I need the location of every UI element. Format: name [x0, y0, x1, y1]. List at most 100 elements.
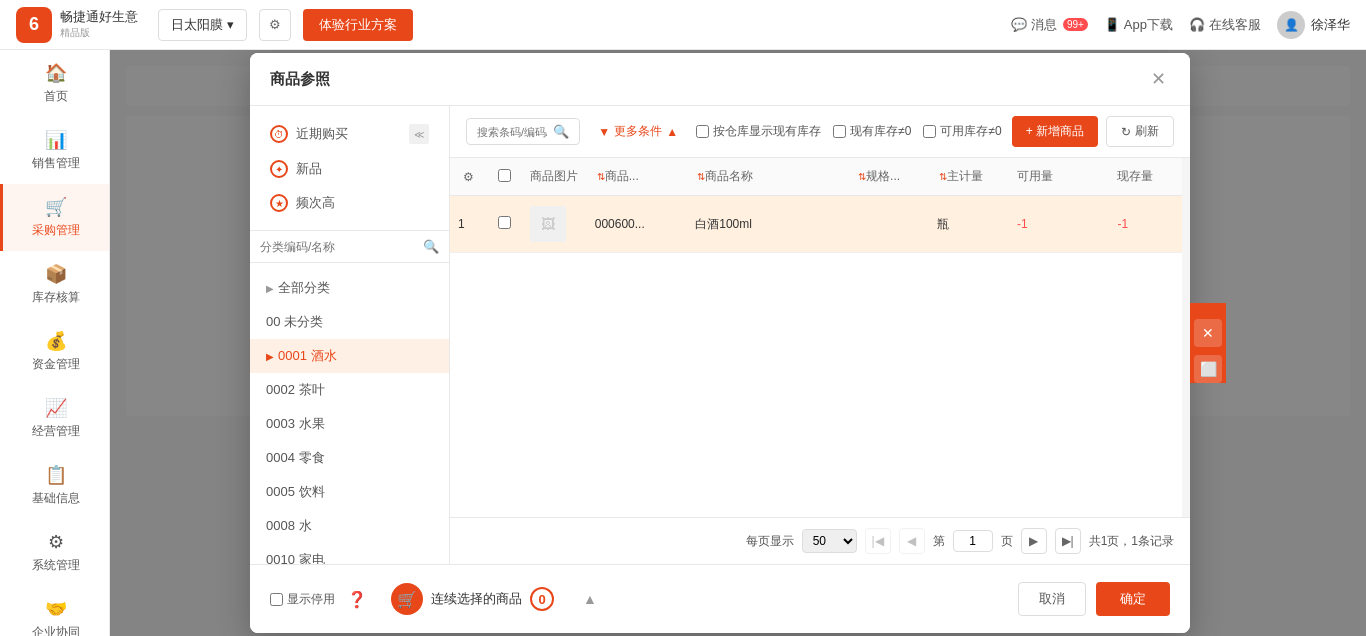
logo-icon: 6: [16, 7, 52, 43]
refresh-icon: ↻: [1121, 125, 1131, 139]
checkbox-warehouse[interactable]: [696, 125, 709, 138]
sales-icon: 📊: [45, 129, 67, 151]
checkbox-avail-label[interactable]: 可用库存≠0: [923, 123, 1001, 140]
trial-button[interactable]: 体验行业方案: [303, 9, 413, 41]
sidebar-item-inventory[interactable]: 📦 库存核算: [0, 251, 109, 318]
search-icon[interactable]: 🔍: [553, 124, 569, 139]
category-appliance[interactable]: 0010 家电: [250, 543, 449, 564]
sort-icon-name: ⇅: [697, 171, 705, 182]
app-download-nav-item[interactable]: 📱 App下载: [1104, 16, 1173, 34]
close-panel-button[interactable]: ✕: [1194, 319, 1222, 347]
col-header-code[interactable]: ⇅商品...: [587, 158, 688, 196]
expand-panel-button[interactable]: ⬜: [1194, 355, 1222, 383]
footer-cart[interactable]: 🛒 连续选择的商品 0: [379, 577, 566, 621]
sidebar-item-enterprise[interactable]: 🤝 企业协同: [0, 586, 109, 636]
sidebar-item-operations[interactable]: 📈 经营管理: [0, 385, 109, 452]
col-header-checkbox[interactable]: [486, 158, 522, 196]
quick-recent-label: 近期购买: [296, 125, 348, 143]
footer-left: 显示停用: [270, 591, 335, 608]
sidebar-label-purchase: 采购管理: [32, 222, 80, 239]
home-icon: 🏠: [45, 62, 67, 84]
refresh-label: 刷新: [1135, 123, 1159, 140]
headset-icon: 🎧: [1189, 17, 1205, 32]
sidebar-item-system[interactable]: ⚙ 系统管理: [0, 519, 109, 586]
collapse-btn[interactable]: ≪: [409, 124, 429, 144]
sidebar-item-home[interactable]: 🏠 首页: [0, 50, 109, 117]
category-snack-label: 0004 零食: [266, 449, 325, 467]
first-page-button[interactable]: |◀: [865, 528, 891, 554]
category-snack[interactable]: 0004 零食: [250, 441, 449, 475]
col-header-settings[interactable]: ⚙: [450, 158, 486, 196]
collapse-cart-button[interactable]: ▲: [578, 587, 602, 611]
add-product-button[interactable]: + 新增商品: [1012, 116, 1098, 147]
category-fruit[interactable]: 0003 水果: [250, 407, 449, 441]
page-size-select[interactable]: 50 20 100: [802, 529, 857, 553]
category-search-icon[interactable]: 🔍: [423, 239, 439, 254]
col-header-unit[interactable]: ⇅主计量: [929, 158, 1009, 196]
product-image: 🖼: [530, 206, 566, 242]
prev-page-button[interactable]: ◀: [899, 528, 925, 554]
row-checkbox[interactable]: [498, 216, 511, 229]
last-page-button[interactable]: ▶|: [1055, 528, 1081, 554]
row-checkbox-cell[interactable]: [486, 196, 522, 253]
finance-icon: 💰: [45, 330, 67, 352]
phone-icon: 📱: [1104, 17, 1120, 32]
sidebar-item-finance[interactable]: 💰 资金管理: [0, 318, 109, 385]
table-row[interactable]: 1 🖼 000600... 白酒100ml: [450, 196, 1190, 253]
left-panel: ⏱ 近期购买 ≪ ✦ 新品 ★ 频次高: [250, 106, 450, 564]
refresh-button[interactable]: ↻ 刷新: [1106, 116, 1174, 147]
col-header-image: 商品图片: [522, 158, 586, 196]
col-header-name[interactable]: ⇅商品名称: [687, 158, 848, 196]
filter-icon: ▼: [598, 125, 610, 139]
col-header-spec[interactable]: ⇅规格...: [848, 158, 928, 196]
category-all[interactable]: ▶ 全部分类: [250, 271, 449, 305]
category-list: ▶ 全部分类 00 未分类 ▶ 0001 酒水 0002 茶: [250, 263, 449, 564]
category-search-input[interactable]: [260, 240, 419, 254]
checkbox-stock-label[interactable]: 现有库存≠0: [833, 123, 911, 140]
category-beverage[interactable]: 0005 饮料: [250, 475, 449, 509]
sidebar-item-sales[interactable]: 📊 销售管理: [0, 117, 109, 184]
user-area[interactable]: 👤 徐泽华: [1277, 11, 1350, 39]
page-number-input[interactable]: [953, 530, 993, 552]
modal-close-button[interactable]: ✕: [1146, 67, 1170, 91]
cancel-button[interactable]: 取消: [1018, 582, 1086, 616]
category-water[interactable]: 0008 水: [250, 509, 449, 543]
filter-up-icon: ▲: [666, 125, 678, 139]
show-disabled-checkbox-label[interactable]: 显示停用: [270, 591, 335, 608]
checkbox-warehouse-label[interactable]: 按仓库显示现有库存: [696, 123, 821, 140]
select-all-checkbox[interactable]: [498, 169, 511, 182]
username: 徐泽华: [1311, 16, 1350, 34]
toolbar: 🔍 ▼ 更多条件 ▲ 按仓库显示现有库存: [450, 106, 1190, 158]
quick-new-products[interactable]: ✦ 新品: [260, 152, 439, 186]
gear-icon: ⚙: [269, 17, 281, 32]
help-icon[interactable]: ❓: [347, 590, 367, 609]
quick-recent-purchase[interactable]: ⏱ 近期购买 ≪: [260, 116, 439, 152]
sidebar-item-purchase[interactable]: 🛒 采购管理: [0, 184, 109, 251]
messages-badge: 99+: [1063, 18, 1088, 31]
app-download-label: App下载: [1124, 16, 1173, 34]
more-filter-button[interactable]: ▼ 更多条件 ▲: [590, 118, 686, 145]
nav-right: 💬 消息 99+ 📱 App下载 🎧 在线客服 👤 徐泽华: [1011, 11, 1350, 39]
next-page-button[interactable]: ▶: [1021, 528, 1047, 554]
confirm-button[interactable]: 确定: [1096, 582, 1170, 616]
row-image-cell: 🖼: [522, 196, 586, 253]
checkbox-stock[interactable]: [833, 125, 846, 138]
settings-button[interactable]: ⚙: [259, 9, 291, 41]
checkbox-stock-text: 现有库存≠0: [850, 123, 911, 140]
show-disabled-checkbox[interactable]: [270, 593, 283, 606]
store-selector[interactable]: 日太阳膜 ▾: [158, 9, 247, 41]
category-search-box: 🔍: [250, 231, 449, 263]
category-uncategorized[interactable]: 00 未分类: [250, 305, 449, 339]
sidebar-item-basic-info[interactable]: 📋 基础信息: [0, 452, 109, 519]
online-service-nav-item[interactable]: 🎧 在线客服: [1189, 16, 1261, 34]
inventory-icon: 📦: [45, 263, 67, 285]
category-liquor[interactable]: ▶ 0001 酒水: [250, 339, 449, 373]
messages-nav-item[interactable]: 💬 消息 99+: [1011, 16, 1088, 34]
quick-high-frequency[interactable]: ★ 频次高: [260, 186, 439, 220]
product-search-input[interactable]: [477, 126, 547, 138]
scrollbar-track[interactable]: [1182, 158, 1190, 517]
category-all-label: 全部分类: [278, 279, 330, 297]
checkbox-avail[interactable]: [923, 125, 936, 138]
page-label: 第: [933, 533, 945, 550]
category-tea[interactable]: 0002 茶叶: [250, 373, 449, 407]
